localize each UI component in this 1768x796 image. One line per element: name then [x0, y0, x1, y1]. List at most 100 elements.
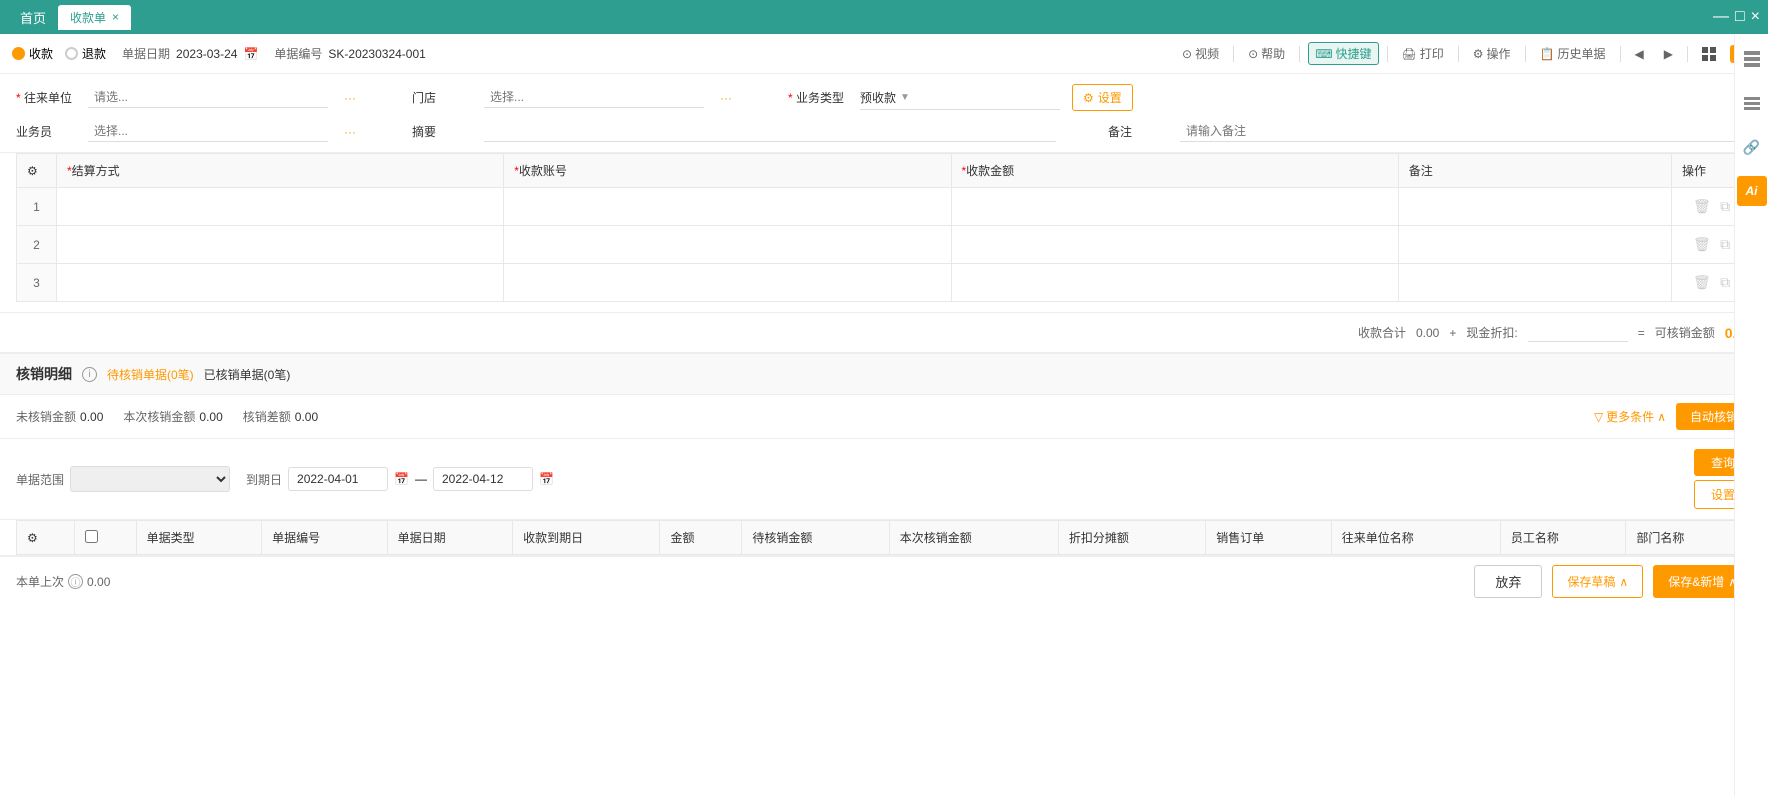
summary-input[interactable] — [484, 121, 1056, 142]
plus-sign: + — [1449, 326, 1456, 340]
radio-tuikuan-label: 退款 — [82, 45, 106, 62]
number-value: SK-20230324-001 — [328, 47, 425, 61]
shop-more-icon[interactable]: ··· — [716, 91, 736, 105]
radio-shoukuan[interactable]: 收款 — [12, 45, 53, 62]
select-all-checkbox[interactable] — [85, 530, 98, 543]
col-settings-header[interactable]: ⚙ — [17, 154, 57, 188]
calendar-icon-from[interactable]: 📅 — [394, 472, 409, 486]
stats-row: 未核销金额 0.00 本次核销金额 0.00 核销差额 0.00 ▽ 更多条件 … — [0, 395, 1768, 439]
right-sidebar: 🔗 Ai — [1734, 34, 1768, 796]
number-label: 单据编号 — [274, 45, 322, 62]
remark-cell-2[interactable] — [1398, 226, 1671, 264]
delete-icon-1[interactable]: 🗑 — [1693, 198, 1711, 214]
col-remark-header: 备注 — [1398, 154, 1671, 188]
sidebar-list-icon[interactable] — [1737, 88, 1767, 118]
tab-home[interactable]: 首页 — [8, 8, 58, 27]
sidebar-ai-icon[interactable]: Ai — [1737, 176, 1767, 206]
business-type-select[interactable]: 预收款 ▼ — [860, 86, 1060, 110]
total-label: 收款合计 — [1358, 324, 1406, 341]
filter-right-buttons: ▽ 更多条件 ∧ 自动核销 — [1594, 403, 1752, 430]
nav-next-btn[interactable]: ▶ — [1658, 45, 1679, 63]
link-icon: 🔗 — [1743, 139, 1760, 156]
settlement-cell-1[interactable] — [57, 188, 504, 226]
remark-input[interactable] — [1180, 121, 1752, 142]
shop-label: 门店 — [412, 89, 472, 106]
shop-input[interactable] — [484, 87, 704, 108]
amount-cell-1[interactable] — [951, 188, 1398, 226]
footer-info-icon[interactable]: ⓘ — [68, 574, 83, 589]
delete-icon-3[interactable]: 🗑 — [1693, 274, 1711, 290]
unchecked-amount: 未核销金额 0.00 — [16, 408, 103, 425]
history-btn[interactable]: 📋 历史单据 — [1534, 43, 1612, 64]
settings-icon: ⚙ — [1083, 91, 1094, 105]
remark-label: 备注 — [1108, 123, 1168, 140]
date-to-input[interactable] — [433, 467, 533, 491]
save-draft-button[interactable]: 保存草稿 ∧ — [1552, 565, 1643, 598]
copy-icon-1[interactable]: ⧉ — [1720, 198, 1730, 214]
account-cell-3[interactable] — [504, 264, 951, 302]
bottom-col-settings[interactable]: ⚙ — [17, 521, 75, 555]
remark-cell-3[interactable] — [1398, 264, 1671, 302]
tab-done[interactable]: 已核销单据(0笔) — [204, 366, 291, 383]
print-btn[interactable]: 🖨 打印 — [1396, 43, 1450, 64]
tab-pending[interactable]: 待核销单据(0笔) — [107, 366, 194, 383]
sidebar-table-icon[interactable] — [1737, 44, 1767, 74]
settings-button[interactable]: ⚙ 设置 — [1072, 84, 1133, 111]
calendar-icon-to[interactable]: 📅 — [539, 472, 554, 486]
delete-icon-2[interactable]: 🗑 — [1693, 236, 1711, 252]
account-cell-2[interactable] — [504, 226, 951, 264]
ops-btn[interactable]: ⚙ 操作 — [1467, 43, 1517, 64]
copy-icon-3[interactable]: ⧉ — [1720, 274, 1730, 290]
video-icon: ⊙ — [1182, 47, 1192, 61]
settlement-cell-3[interactable] — [57, 264, 504, 302]
date-from-input[interactable] — [288, 467, 388, 491]
top-tab-bar: 首页 收款单 × — □ × — [0, 0, 1768, 34]
staff-more-icon[interactable]: ··· — [340, 125, 360, 139]
reconcile-section-header: 核销明细 i 待核销单据(0笔) 已核销单据(0笔) — [0, 352, 1768, 395]
date-range-field: 到期日 📅 — 📅 — [246, 467, 554, 491]
bottom-col-amount: 金额 — [660, 521, 742, 555]
divider-4 — [1458, 46, 1459, 62]
table-row: 3 🗑 ⧉ — [17, 264, 1752, 302]
window-max-button[interactable]: □ — [1735, 8, 1745, 26]
settlement-cell-2[interactable] — [57, 226, 504, 264]
footer-next-value: 0.00 — [87, 575, 110, 589]
account-cell-1[interactable] — [504, 188, 951, 226]
bottom-col-doc-date: 单据日期 — [387, 521, 513, 555]
view-toggle-btn[interactable] — [1696, 45, 1722, 63]
tab-current-label: 收款单 — [70, 9, 106, 26]
sidebar-link-icon[interactable]: 🔗 — [1737, 132, 1767, 162]
staff-input[interactable] — [88, 121, 328, 142]
abandon-button[interactable]: 放弃 — [1474, 565, 1542, 598]
more-conditions-btn[interactable]: ▽ 更多条件 ∧ — [1594, 408, 1666, 425]
current-label: 本次核销金额 — [123, 408, 195, 425]
range-select[interactable] — [70, 466, 230, 492]
shortcut-btn[interactable]: ⌨ 快捷键 — [1308, 42, 1378, 65]
dropdown-arrow-icon: ▼ — [900, 92, 910, 103]
copy-icon-2[interactable]: ⧉ — [1720, 236, 1730, 252]
partner-more-icon[interactable]: ··· — [340, 91, 360, 105]
current-value: 0.00 — [199, 410, 222, 424]
partner-input[interactable] — [88, 87, 328, 108]
window-min-button[interactable]: — — [1713, 8, 1729, 26]
nav-prev-btn[interactable]: ◀ — [1629, 45, 1650, 63]
calendar-icon[interactable]: 📅 — [243, 47, 258, 61]
table-row: 2 🗑 ⧉ — [17, 226, 1752, 264]
tab-current[interactable]: 收款单 × — [58, 5, 131, 30]
remark-cell-1[interactable] — [1398, 188, 1671, 226]
receipt-type-radio: 收款 退款 — [12, 45, 106, 62]
amount-cell-2[interactable] — [951, 226, 1398, 264]
amount-cell-3[interactable] — [951, 264, 1398, 302]
reconcile-title: 核销明细 — [16, 364, 72, 384]
bottom-col-doc-no: 单据编号 — [262, 521, 388, 555]
help-btn[interactable]: ⊙ 帮助 — [1242, 43, 1291, 64]
reconcile-info-icon[interactable]: i — [82, 367, 97, 382]
video-btn[interactable]: ⊙ 视频 — [1176, 43, 1225, 64]
window-close-button[interactable]: × — [1751, 8, 1760, 26]
radio-tuikuan[interactable]: 退款 — [65, 45, 106, 62]
tab-close-icon[interactable]: × — [112, 10, 119, 24]
bottom-col-checkbox[interactable] — [74, 521, 136, 555]
equals-sign: = — [1638, 326, 1645, 340]
footer-next-label: 本单上次 — [16, 573, 64, 590]
discount-input[interactable] — [1528, 323, 1628, 342]
